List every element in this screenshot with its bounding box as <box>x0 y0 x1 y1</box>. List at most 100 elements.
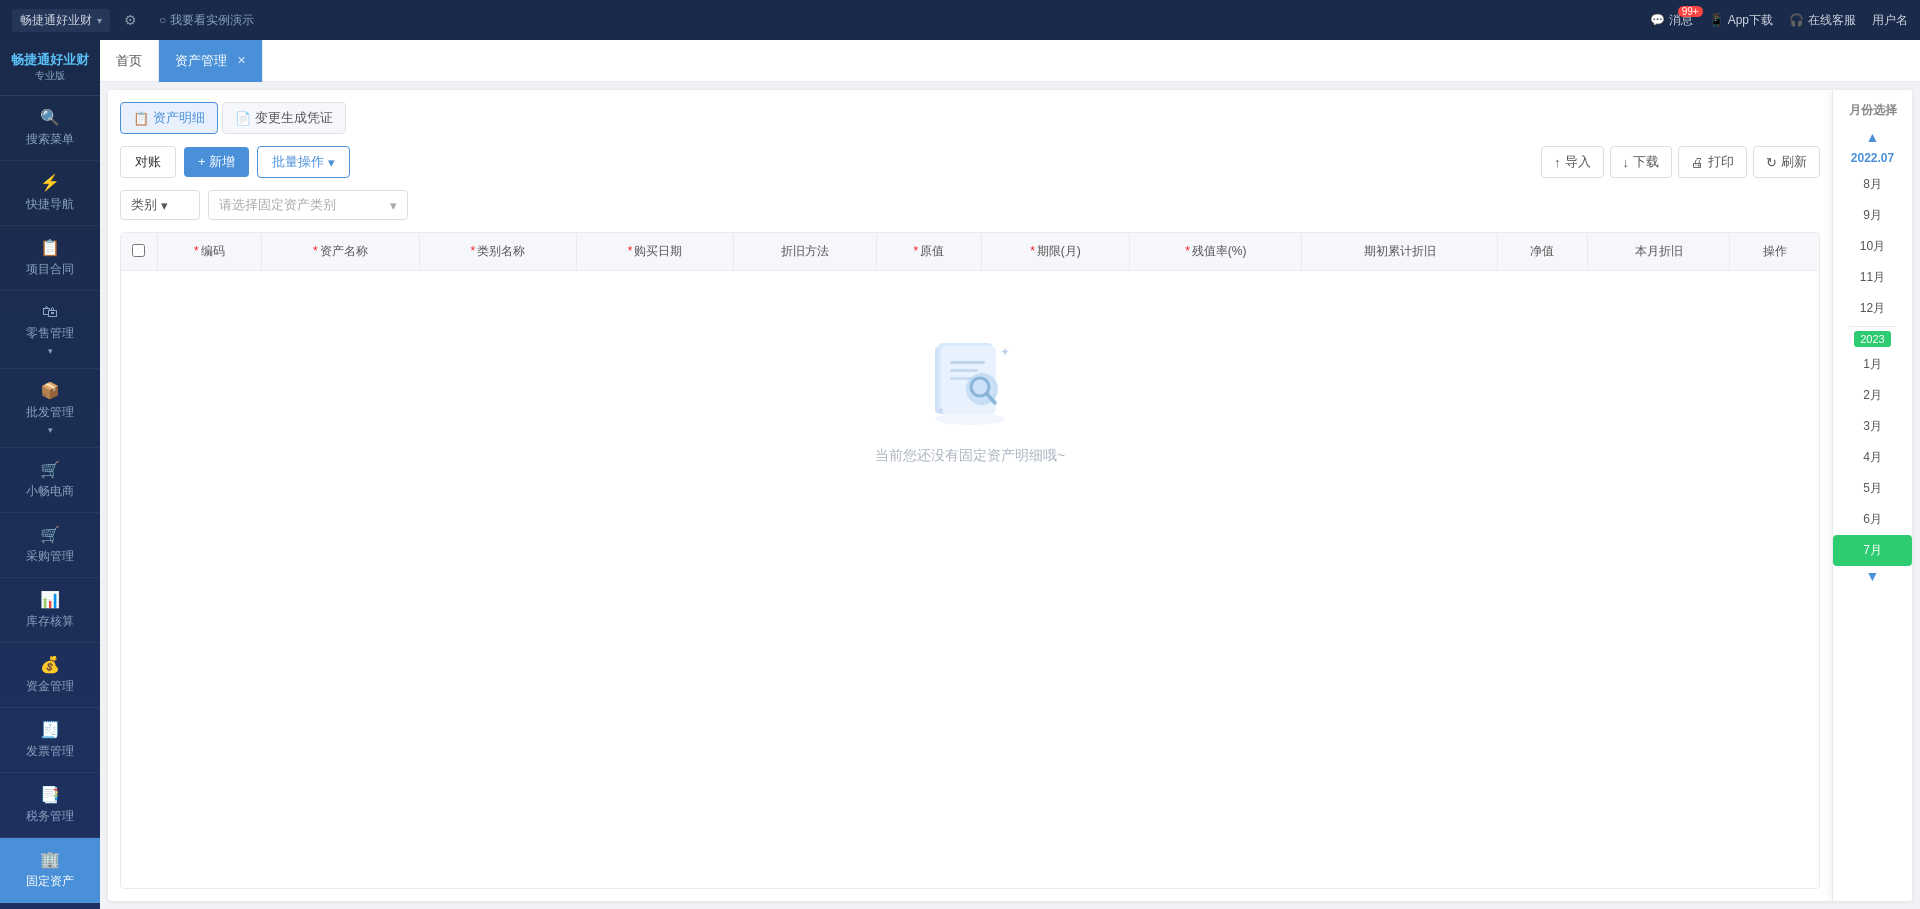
month-item-12[interactable]: 12月 <box>1833 293 1912 324</box>
demo-link[interactable]: ○ 我要看实例演示 <box>159 12 254 29</box>
sidebar-item-salary[interactable]: 💵 工资 <box>0 903 100 909</box>
svg-rect-4 <box>950 361 985 364</box>
add-button[interactable]: + 新增 <box>184 147 249 177</box>
import-button[interactable]: ↑ 导入 <box>1541 146 1604 178</box>
sidebar-label-finance: 资金管理 <box>26 678 74 695</box>
category-select[interactable]: 请选择固定资产类别 ▾ <box>208 190 408 220</box>
search-icon: 🔍 <box>40 108 60 127</box>
empty-state-row: ✦ ✦ 当前您还没有固定资产明细哦~ <box>121 271 1819 526</box>
col-category: *类别名称 <box>419 233 576 271</box>
month-panel-year[interactable]: 2022.07 <box>1851 147 1894 169</box>
month-nav-down[interactable]: ▼ <box>1866 566 1880 586</box>
table-body: ✦ ✦ 当前您还没有固定资产明细哦~ <box>121 271 1819 526</box>
month-item-8[interactable]: 8月 <box>1833 169 1912 200</box>
sub-tab-voucher[interactable]: 📄 变更生成凭证 <box>222 102 346 134</box>
inventory-icon: 📊 <box>40 590 60 609</box>
empty-text: 当前您还没有固定资产明细哦~ <box>875 447 1065 465</box>
asset-table: *编码 *资产名称 *类别名称 *购买日期 <box>120 232 1820 889</box>
app-subtitle: 专业版 <box>8 69 92 83</box>
detail-tab-icon: 📋 <box>133 111 149 126</box>
purchase-icon: 🛒 <box>40 525 60 544</box>
sidebar-item-purchase[interactable]: 🛒 采购管理 <box>0 513 100 578</box>
invoice-icon: 🧾 <box>40 720 60 739</box>
retail-icon: 🛍 <box>42 303 58 321</box>
checkbox-col-header[interactable] <box>121 233 157 271</box>
month-item-3[interactable]: 3月 <box>1833 411 1912 442</box>
sidebar-item-invoice[interactable]: 🧾 发票管理 <box>0 708 100 773</box>
empty-state-illustration: ✦ ✦ <box>910 331 1030 431</box>
select-all-checkbox[interactable] <box>132 244 145 257</box>
month-panel: 月份选择 ▲ 2022.07 8月 9月 10月 11月 12月 2023 1月… <box>1832 90 1912 901</box>
col-name: *资产名称 <box>262 233 419 271</box>
empty-state: ✦ ✦ 当前您还没有固定资产明细哦~ <box>121 271 1819 525</box>
sidebar-item-inventory[interactable]: 📊 库存核算 <box>0 578 100 643</box>
category-type-select[interactable]: 类别 ▾ <box>120 190 200 220</box>
asset-page: 📋 资产明细 📄 变更生成凭证 对账 + 新增 批量操作 ▾ <box>108 90 1832 901</box>
import-icon: ↑ <box>1554 155 1561 170</box>
refresh-button[interactable]: ↻ 刷新 <box>1753 146 1820 178</box>
sidebar-label-wholesale: 批发管理 <box>26 404 74 421</box>
tab-assets-label: 资产管理 <box>175 52 227 70</box>
month-nav-up[interactable]: ▲ <box>1866 127 1880 147</box>
table: *编码 *资产名称 *类别名称 *购买日期 <box>121 233 1819 525</box>
settings-icon[interactable]: ⚙ <box>124 12 137 28</box>
month-item-7[interactable]: 7月 <box>1833 535 1912 566</box>
month-item-9[interactable]: 9月 <box>1833 200 1912 231</box>
col-purchase-date: *购买日期 <box>576 233 733 271</box>
svg-rect-5 <box>950 369 978 372</box>
print-label: 打印 <box>1708 153 1734 171</box>
download-button[interactable]: ↓ 下载 <box>1610 146 1673 178</box>
month-item-6[interactable]: 6月 <box>1833 504 1912 535</box>
print-icon: 🖨 <box>1691 155 1704 170</box>
message-button[interactable]: 💬 消息 99+ <box>1650 12 1693 29</box>
month-item-10[interactable]: 10月 <box>1833 231 1912 262</box>
page-area: 📋 资产明细 📄 变更生成凭证 对账 + 新增 批量操作 ▾ <box>108 90 1912 901</box>
month-item-11[interactable]: 11月 <box>1833 262 1912 293</box>
tab-assets[interactable]: 资产管理 ✕ <box>159 40 263 82</box>
phone-icon: 📱 <box>1709 13 1724 27</box>
voucher-tab-icon: 📄 <box>235 111 251 126</box>
month-item-1[interactable]: 1月 <box>1833 349 1912 380</box>
top-bar-right: 💬 消息 99+ 📱 App下载 🎧 在线客服 用户名 <box>1650 12 1908 29</box>
top-bar: 畅捷通好业财 ▾ ⚙ ○ 我要看实例演示 💬 消息 99+ 📱 App下载 🎧 … <box>0 0 1920 40</box>
sidebar-label-inventory: 库存核算 <box>26 613 74 630</box>
tab-home[interactable]: 首页 <box>100 40 159 82</box>
sidebar-item-ecommerce[interactable]: 🛒 小畅电商 <box>0 448 100 513</box>
svg-text:✦: ✦ <box>1000 345 1010 359</box>
sidebar-label-assets: 固定资产 <box>26 873 74 890</box>
sidebar-item-contract[interactable]: 📋 项目合同 <box>0 226 100 291</box>
sidebar-item-assets[interactable]: 🏢 固定资产 <box>0 838 100 903</box>
svg-text:✦: ✦ <box>938 406 945 415</box>
sidebar-item-retail[interactable]: 🛍 零售管理 ▾ <box>0 291 100 369</box>
sidebar-item-finance[interactable]: 💰 资金管理 <box>0 643 100 708</box>
reconcile-button[interactable]: 对账 <box>120 146 176 178</box>
month-item-4[interactable]: 4月 <box>1833 442 1912 473</box>
chevron-icon: ▾ <box>48 346 53 356</box>
online-service-button[interactable]: 🎧 在线客服 <box>1789 12 1856 29</box>
company-selector[interactable]: 畅捷通好业财 ▾ <box>12 9 110 32</box>
sidebar-item-search[interactable]: 🔍 搜索菜单 <box>0 96 100 161</box>
month-item-5[interactable]: 5月 <box>1833 473 1912 504</box>
category-type-label: 类别 <box>131 196 157 214</box>
sub-tab-detail[interactable]: 📋 资产明细 <box>120 102 218 134</box>
col-accumulated-depr: 期初累计折旧 <box>1302 233 1497 271</box>
category-type-chevron: ▾ <box>161 198 168 213</box>
print-button[interactable]: 🖨 打印 <box>1678 146 1747 178</box>
sidebar-item-wholesale[interactable]: 📦 批发管理 ▾ <box>0 369 100 448</box>
sidebar-label-invoice: 发票管理 <box>26 743 74 760</box>
sidebar-label-tax: 税务管理 <box>26 808 74 825</box>
user-menu[interactable]: 用户名 <box>1872 12 1908 29</box>
month-item-2[interactable]: 2月 <box>1833 380 1912 411</box>
assets-icon: 🏢 <box>40 850 60 869</box>
sidebar-item-nav[interactable]: ⚡ 快捷导航 <box>0 161 100 226</box>
app-download-button[interactable]: 📱 App下载 <box>1709 12 1773 29</box>
refresh-icon: ↻ <box>1766 155 1777 170</box>
app-title: 畅捷通好业财 <box>8 52 92 69</box>
tax-icon: 📑 <box>40 785 60 804</box>
tab-close-icon[interactable]: ✕ <box>237 54 246 67</box>
refresh-label: 刷新 <box>1781 153 1807 171</box>
category-chevron: ▾ <box>390 198 397 213</box>
svg-point-0 <box>935 413 1005 425</box>
sidebar-item-tax[interactable]: 📑 税务管理 <box>0 773 100 838</box>
batch-button[interactable]: 批量操作 ▾ <box>257 146 350 178</box>
